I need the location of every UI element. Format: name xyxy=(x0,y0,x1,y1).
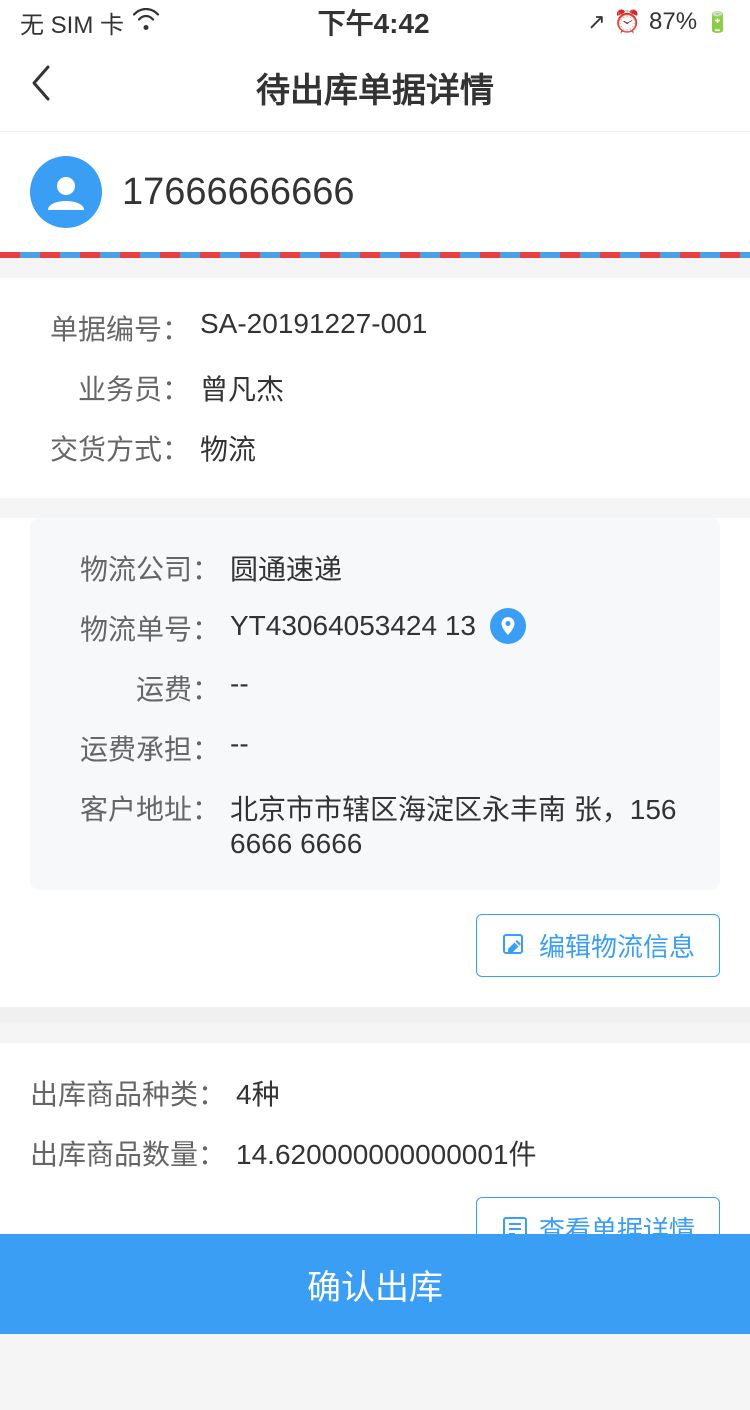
goods-types-value: 4种 xyxy=(236,1073,720,1113)
salesman-value: 曾凡杰 xyxy=(200,368,720,408)
separator-1 xyxy=(0,1007,750,1023)
freight-value: -- xyxy=(230,668,690,700)
address-label: 客户地址： xyxy=(60,788,220,828)
delivery-row: 交货方式： 物流 xyxy=(30,428,720,468)
freight-bearer-value: -- xyxy=(230,728,690,760)
order-number-row: 单据编号： SA-20191227-001 xyxy=(30,308,720,348)
alarm-icon: ⏰ xyxy=(614,9,641,35)
customer-phone: 17666666666 xyxy=(122,171,354,214)
order-number-value: SA-20191227-001 xyxy=(200,308,720,340)
edit-logistics-button[interactable]: 编辑物流信息 xyxy=(476,914,720,977)
logistics-card: 物流公司： 圆通速递 物流单号： YT43064053424 13 运费： --… xyxy=(30,518,720,890)
time-label: 下午4:42 xyxy=(318,2,430,42)
confirm-button[interactable]: 确认出库 xyxy=(0,1234,750,1334)
delivery-label: 交货方式： xyxy=(30,428,190,468)
status-right: ↗ ⏰ 87% 🔋 xyxy=(587,8,730,36)
status-bar: 无 SIM 卡 下午4:42 ↗ ⏰ 87% 🔋 xyxy=(0,0,750,44)
carrier-label: 无 SIM 卡 xyxy=(20,5,124,40)
customer-card: 17666666666 xyxy=(0,132,750,252)
edit-logistics-label: 编辑物流信息 xyxy=(539,927,695,964)
goods-types-label: 出库商品种类： xyxy=(30,1073,226,1113)
edit-btn-row: 编辑物流信息 xyxy=(30,914,720,977)
location-arrow-icon: ↗ xyxy=(587,9,605,35)
delivery-value: 物流 xyxy=(200,428,720,468)
freight-bearer-label: 运费承担： xyxy=(60,728,220,768)
tracking-row: 物流单号： YT43064053424 13 xyxy=(60,608,690,648)
battery-label: 87% xyxy=(649,8,697,36)
address-row: 客户地址： 北京市市辖区海淀区永丰南 张，156 6666 6666 xyxy=(60,788,690,860)
salesman-label: 业务员： xyxy=(30,368,190,408)
goods-quantity-value: 14.620000000000001件 xyxy=(236,1133,720,1173)
logistics-section: 物流公司： 圆通速递 物流单号： YT43064053424 13 运费： --… xyxy=(0,518,750,1007)
tracking-label: 物流单号： xyxy=(60,608,220,648)
freight-label: 运费： xyxy=(60,668,220,708)
status-left: 无 SIM 卡 xyxy=(20,5,160,40)
freight-bearer-row: 运费承担： -- xyxy=(60,728,690,768)
back-button[interactable] xyxy=(30,63,54,112)
order-number-label: 单据编号： xyxy=(30,308,190,348)
goods-quantity-label: 出库商品数量： xyxy=(30,1133,226,1173)
tracking-value: YT43064053424 13 xyxy=(230,608,690,644)
nav-bar: 待出库单据详情 xyxy=(0,44,750,132)
company-label: 物流公司： xyxy=(60,548,220,588)
avatar xyxy=(30,156,102,228)
goods-quantity-row: 出库商品数量： 14.620000000000001件 xyxy=(30,1133,720,1173)
company-value: 圆通速递 xyxy=(230,548,690,588)
page-title: 待出库单据详情 xyxy=(256,63,494,112)
goods-types-row: 出库商品种类： 4种 xyxy=(30,1073,720,1113)
dashed-divider xyxy=(0,252,750,258)
wifi-icon xyxy=(132,8,160,37)
salesman-row: 业务员： 曾凡杰 xyxy=(30,368,720,408)
tracking-location-icon[interactable] xyxy=(490,608,526,644)
confirm-button-label: 确认出库 xyxy=(307,1260,443,1309)
address-value: 北京市市辖区海淀区永丰南 张，156 6666 6666 xyxy=(230,788,690,860)
order-info-section: 单据编号： SA-20191227-001 业务员： 曾凡杰 交货方式： 物流 xyxy=(0,278,750,498)
company-row: 物流公司： 圆通速递 xyxy=(60,548,690,588)
battery-icon: 🔋 xyxy=(705,10,730,35)
freight-row: 运费： -- xyxy=(60,668,690,708)
